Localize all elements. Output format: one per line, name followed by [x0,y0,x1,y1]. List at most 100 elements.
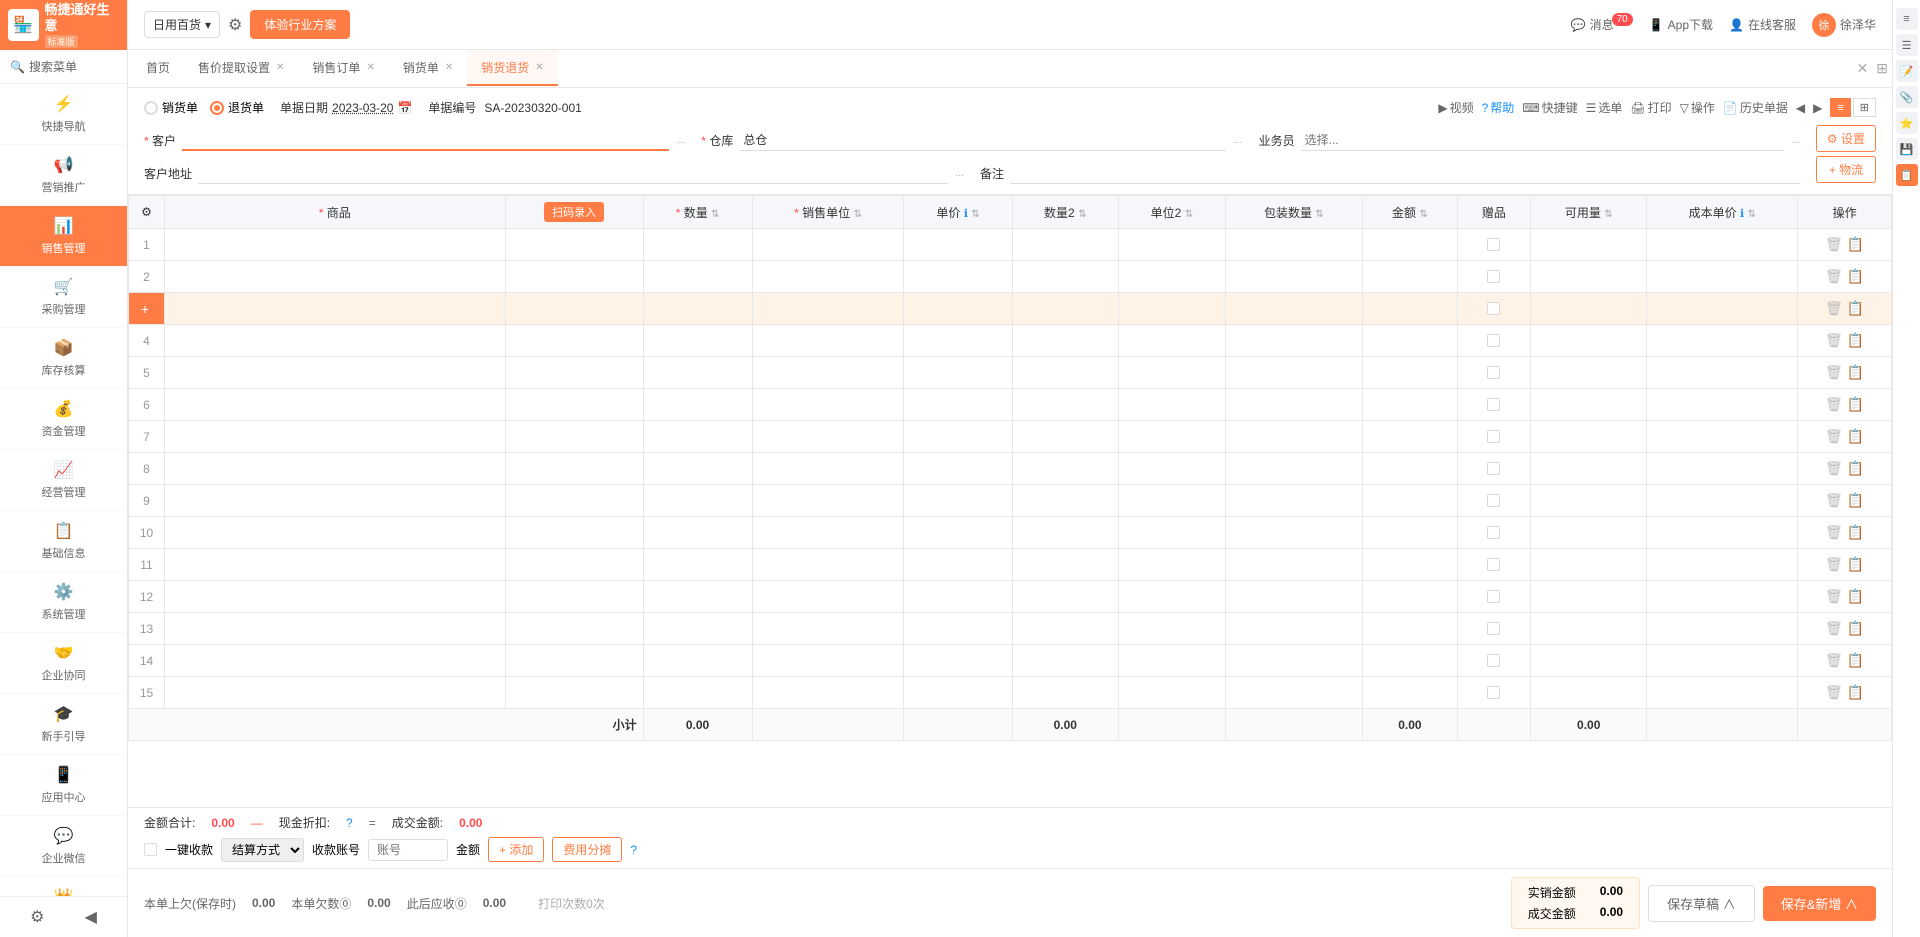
available-sort-icon[interactable]: ⇅ [1604,209,1612,220]
copy-row-3[interactable]: 📋 [1847,300,1864,317]
tab-salesreturn[interactable]: 销货退货 ✕ [467,51,557,86]
tab-close-price[interactable]: ✕ [276,62,284,73]
sidebar-settings-btn[interactable]: ⚙ [30,907,44,927]
sidebar-item-finance[interactable]: 💰 资金管理 [0,389,127,450]
qty2-sort-icon[interactable]: ⇅ [1078,209,1086,220]
topbar-settings-icon[interactable]: ⚙ [228,15,242,35]
gift-checkbox-9[interactable] [1487,494,1500,507]
warehouse-input[interactable] [739,130,1226,151]
list-view-btn[interactable]: ≡ [1830,98,1850,117]
delete-row-15[interactable]: 🗑 [1825,684,1843,701]
copy-row-11[interactable]: 📋 [1847,556,1864,573]
user-avatar[interactable]: 徐 徐泽华 [1812,13,1876,37]
amount-sort-icon[interactable]: ⇅ [1419,209,1427,220]
unit-sort-icon[interactable]: ⇅ [853,209,861,220]
salesperson-more-icon[interactable]: ... [1792,135,1800,146]
delete-row-11[interactable]: 🗑 [1825,556,1843,573]
nav-prev-icon[interactable]: ◀ [1796,101,1805,115]
module-selector[interactable]: 日用百货 ▾ [144,11,220,38]
video-btn[interactable]: ▶ 视频 [1438,99,1473,116]
operate-btn[interactable]: ▽ 操作 [1680,99,1715,116]
delete-row-6[interactable]: 🗑 [1825,396,1843,413]
copy-row-6[interactable]: 📋 [1847,396,1864,413]
rp-btn-2[interactable]: ☰ [1896,34,1918,56]
rp-btn-7[interactable]: 📋 [1896,164,1918,186]
gift-checkbox-8[interactable] [1487,462,1500,475]
delete-row-5[interactable]: 🗑 [1825,364,1843,381]
calendar-icon[interactable]: 📅 [397,101,412,115]
radio-sales[interactable]: 销货单 [144,99,198,116]
calc-method-select[interactable]: 结算方式 [221,838,304,862]
date-value[interactable]: 2023-03-20 [332,101,393,115]
radio-return[interactable]: 退货单 [210,99,264,116]
split-help-icon[interactable]: ? [630,843,637,857]
delete-row-3[interactable]: 🗑 [1825,300,1843,317]
sidebar-item-marketing[interactable]: 📢 营销推广 [0,145,127,206]
sidebar-item-enterprise[interactable]: 🤝 企业协同 [0,633,127,694]
rp-btn-5[interactable]: ⭐ [1896,112,1918,134]
tab-salesout[interactable]: 销货单 ✕ [389,51,467,86]
copy-row-15[interactable]: 📋 [1847,684,1864,701]
message-btn[interactable]: 💬 消息 70 [1571,16,1633,33]
delete-row-13[interactable]: 🗑 [1825,620,1843,637]
rp-btn-6[interactable]: 💾 [1896,138,1918,160]
save-new-btn[interactable]: 保存&新增 ∧ [1763,886,1876,921]
save-draft-btn[interactable]: 保存草稿 ∧ [1648,885,1755,922]
gift-checkbox-10[interactable] [1487,526,1500,539]
tab-price[interactable]: 售价提取设置 ✕ [184,51,298,86]
help-btn[interactable]: ? 帮助 [1482,99,1515,116]
cost-info-icon[interactable]: ℹ [1740,208,1744,220]
gift-checkbox-12[interactable] [1487,590,1500,603]
delete-row-14[interactable]: 🗑 [1825,652,1843,669]
address-more-icon[interactable]: ... [956,168,964,179]
quick-collect-checkbox[interactable] [144,843,157,856]
cost-sort-icon[interactable]: ⇅ [1748,209,1756,220]
fee-split-btn[interactable]: 费用分摊 [552,837,622,862]
app-download-btn[interactable]: 📱 App下载 [1649,16,1713,33]
account-input[interactable] [368,839,448,861]
experience-btn[interactable]: 体验行业方案 [250,10,350,39]
col-settings[interactable]: ⚙ [129,196,165,229]
sidebar-item-quick[interactable]: ⚡ 快捷导航 [0,84,127,145]
print-btn[interactable]: 🖨 打印 [1630,99,1671,116]
add-payment-btn[interactable]: + 添加 [488,837,544,862]
sidebar-item-purchase[interactable]: 🛒 采购管理 [0,267,127,328]
tab-expand-icon[interactable]: ⊞ [1876,60,1888,77]
add-row-btn[interactable]: + [135,299,155,319]
settings-side-btn[interactable]: ⚙ 设置 [1816,125,1876,152]
copy-row-4[interactable]: 📋 [1847,332,1864,349]
price-sort-icon[interactable]: ⇅ [971,209,979,220]
sidebar-item-operations[interactable]: 📈 经营管理 [0,450,127,511]
cash-discount-info-icon[interactable]: ? [346,816,353,830]
price-info-icon[interactable]: ℹ [964,208,968,220]
sidebar-item-wechat[interactable]: 💬 企业微信 [0,816,127,877]
gift-checkbox-1[interactable] [1487,238,1500,251]
warehouse-more-icon[interactable]: ... [1234,135,1242,146]
sidebar-item-sales[interactable]: 📊 销售管理 [0,206,127,267]
customer-more-icon[interactable]: ... [677,135,685,146]
qty-sort-icon[interactable]: ⇅ [711,209,719,220]
gift-checkbox-4[interactable] [1487,334,1500,347]
pack-sort-icon[interactable]: ⇅ [1315,209,1323,220]
tab-close-salesreturn[interactable]: ✕ [535,62,543,73]
online-service-btn[interactable]: 👤 在线客服 [1729,16,1796,33]
rp-btn-4[interactable]: 📎 [1896,86,1918,108]
select-btn[interactable]: ☰ 选单 [1586,99,1623,116]
copy-row-10[interactable]: 📋 [1847,524,1864,541]
sidebar-item-system[interactable]: ⚙️ 系统管理 [0,572,127,633]
copy-row-2[interactable]: 📋 [1847,268,1864,285]
scan-btn[interactable]: 扫码录入 [544,202,604,222]
salesperson-input[interactable] [1301,130,1784,151]
gift-checkbox-14[interactable] [1487,654,1500,667]
copy-row-12[interactable]: 📋 [1847,588,1864,605]
copy-row-5[interactable]: 📋 [1847,364,1864,381]
gift-checkbox-2[interactable] [1487,270,1500,283]
gift-checkbox-5[interactable] [1487,366,1500,379]
delete-row-9[interactable]: 🗑 [1825,492,1843,509]
gift-checkbox-3[interactable] [1487,302,1500,315]
history-btn[interactable]: 📄 历史单据 [1723,99,1788,116]
note-input[interactable] [1010,163,1800,184]
copy-row-8[interactable]: 📋 [1847,460,1864,477]
rp-btn-3[interactable]: 📝 [1896,60,1918,82]
grid-view-btn[interactable]: ⊞ [1853,98,1876,117]
